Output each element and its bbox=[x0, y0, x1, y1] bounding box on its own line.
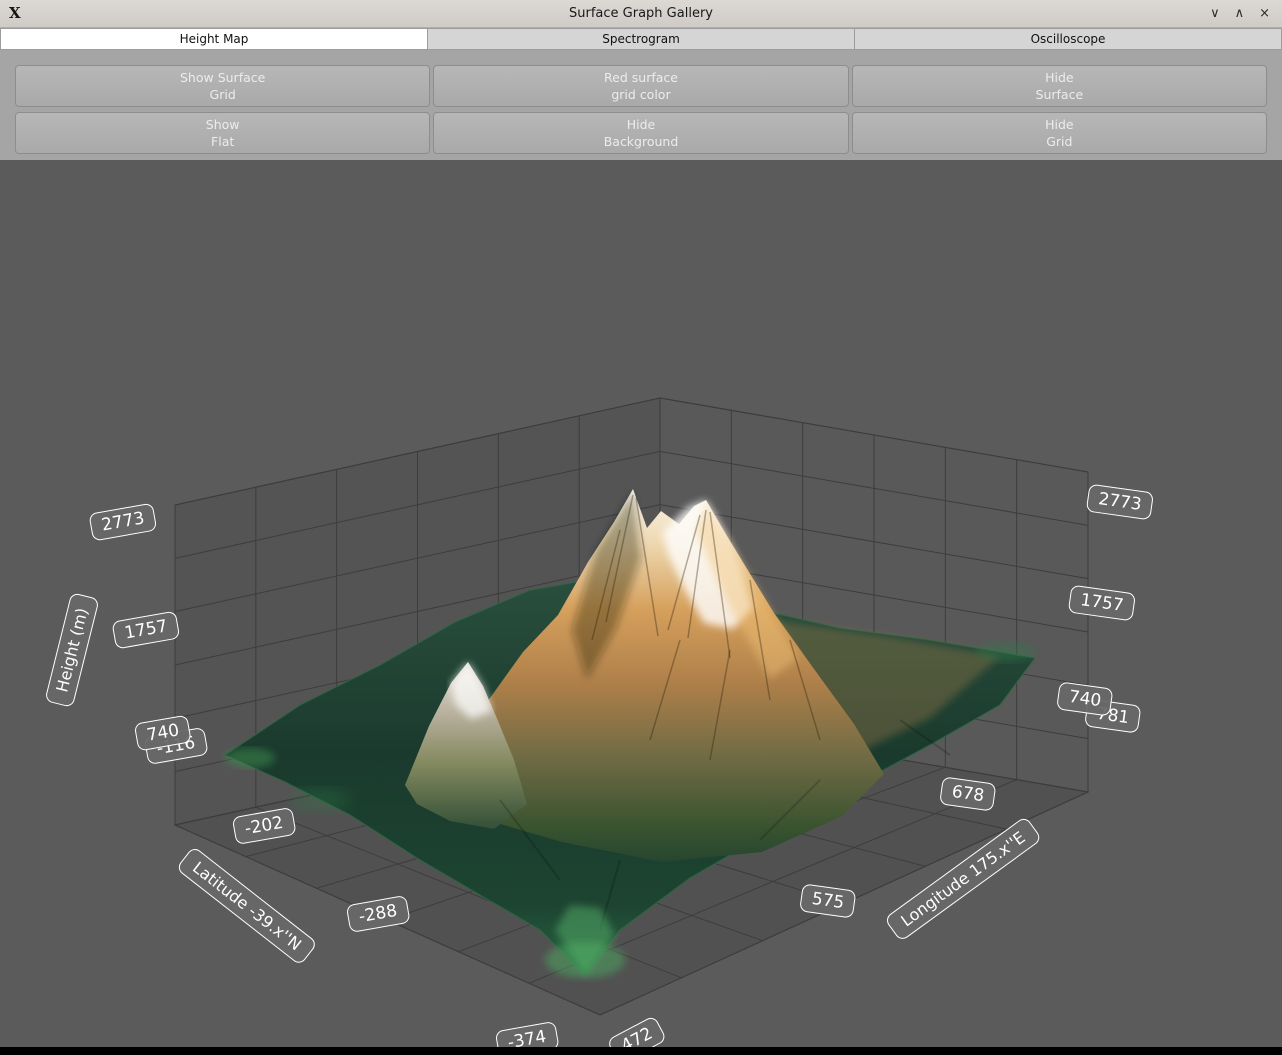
button-label-line: Hide bbox=[627, 116, 656, 134]
button-label-line: grid color bbox=[611, 86, 670, 104]
button-label-line: Grid bbox=[1046, 133, 1072, 151]
hide-background-button[interactable]: Hide Background bbox=[433, 112, 848, 154]
tab-spectrogram[interactable]: Spectrogram bbox=[428, 28, 855, 50]
surface-plot-canvas[interactable]: -116 -202 -288 -374 781 678 575 472 2773… bbox=[0, 160, 1282, 1047]
toolbar: Show Surface Grid Red surface grid color… bbox=[0, 50, 1282, 160]
button-label-line: Show bbox=[206, 116, 240, 134]
button-label-line: Hide bbox=[1045, 69, 1074, 87]
button-label-line: Surface bbox=[1036, 86, 1084, 104]
button-label-line: Flat bbox=[211, 133, 234, 151]
app-icon: X bbox=[9, 6, 21, 21]
show-surface-grid-button[interactable]: Show Surface Grid bbox=[15, 65, 430, 107]
tab-bar: Height Map Spectrogram Oscilloscope bbox=[0, 28, 1282, 50]
tab-oscilloscope[interactable]: Oscilloscope bbox=[855, 28, 1282, 50]
button-label-line: Grid bbox=[210, 86, 236, 104]
button-label-line: Hide bbox=[1045, 116, 1074, 134]
button-label-line: Red surface bbox=[604, 69, 678, 87]
hide-surface-button[interactable]: Hide Surface bbox=[852, 65, 1267, 107]
shade-window-button[interactable]: ∨ bbox=[1210, 7, 1220, 20]
window-title: Surface Graph Gallery bbox=[0, 6, 1282, 21]
button-label-line: Show Surface bbox=[180, 69, 265, 87]
tab-height-map[interactable]: Height Map bbox=[0, 28, 428, 50]
bottom-window-edge bbox=[0, 1047, 1282, 1055]
close-window-button[interactable]: × bbox=[1259, 7, 1270, 20]
window-titlebar[interactable]: X Surface Graph Gallery ∨ ∧ × bbox=[0, 0, 1282, 28]
button-label-line: Background bbox=[604, 133, 679, 151]
maximize-window-button[interactable]: ∧ bbox=[1235, 7, 1245, 20]
show-flat-button[interactable]: Show Flat bbox=[15, 112, 430, 154]
hide-grid-button[interactable]: Hide Grid bbox=[852, 112, 1267, 154]
red-surface-grid-color-button[interactable]: Red surface grid color bbox=[433, 65, 848, 107]
